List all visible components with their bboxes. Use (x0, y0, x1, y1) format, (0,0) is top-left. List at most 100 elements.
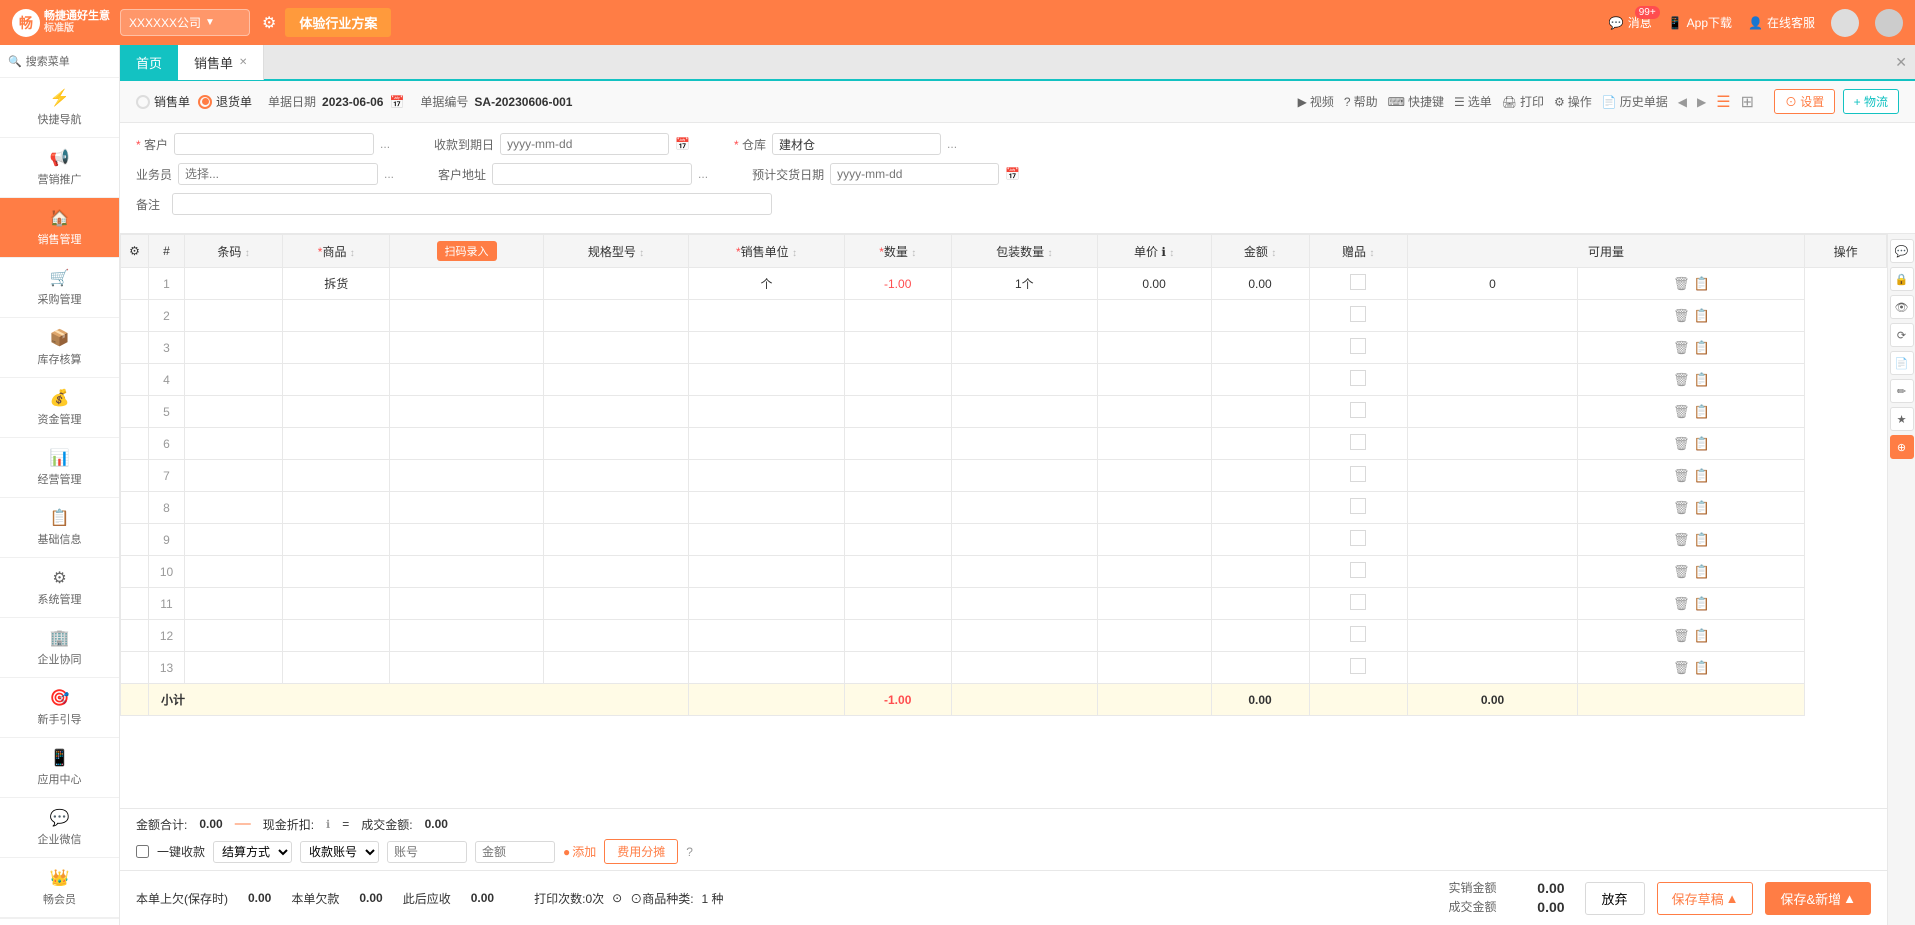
salesperson-input[interactable] (178, 163, 378, 185)
tab-close-all[interactable]: ✕ (1895, 54, 1915, 71)
rt-btn-7[interactable]: ★ (1890, 407, 1914, 431)
copy-row-1[interactable]: 📋 (1693, 276, 1709, 292)
account-select[interactable]: 收款账号 (300, 841, 379, 863)
delete-row-13[interactable]: 🗑 (1673, 660, 1690, 676)
company-selector[interactable]: XXXXXX公司 ▼ (120, 9, 250, 36)
settings-icon[interactable]: ⚙ (262, 13, 276, 33)
app-download-link[interactable]: 📱 App下载 (1668, 14, 1732, 31)
receive-date-input[interactable] (500, 133, 669, 155)
gift-checkbox-6[interactable] (1350, 434, 1366, 450)
copy-row-10[interactable]: 📋 (1693, 564, 1709, 580)
copy-row-9[interactable]: 📋 (1693, 532, 1709, 548)
delete-row-4[interactable]: 🗑 (1673, 372, 1690, 388)
user-avatar-2[interactable] (1875, 9, 1903, 37)
sidebar-item-guide[interactable]: 🎯 新手引导 (0, 678, 119, 738)
gift-checkbox-7[interactable] (1350, 466, 1366, 482)
sales-radio-dot[interactable] (136, 95, 150, 109)
sidebar-search[interactable]: 🔍 搜索菜单 (0, 45, 119, 78)
remarks-input[interactable] (172, 193, 772, 215)
calendar-receive-icon[interactable]: 📅 (675, 137, 690, 151)
rt-btn-2[interactable]: 🔒 (1890, 267, 1914, 291)
sidebar-item-quick-nav[interactable]: ⚡ 快捷导航 (0, 78, 119, 138)
copy-row-3[interactable]: 📋 (1693, 340, 1709, 356)
action-operate[interactable]: ⚙ 操作 (1554, 93, 1592, 110)
close-all-icon[interactable]: ✕ (1895, 54, 1907, 70)
cash-discount-info-icon[interactable]: ℹ (326, 818, 330, 831)
gift-checkbox-4[interactable] (1350, 370, 1366, 386)
radio-return[interactable]: 退货单 (198, 93, 252, 110)
sidebar-item-app-center[interactable]: 📱 应用中心 (0, 738, 119, 798)
gift-checkbox-10[interactable] (1350, 562, 1366, 578)
gift-checkbox-12[interactable] (1350, 626, 1366, 642)
calendar-icon[interactable]: 📅 (389, 95, 404, 109)
tab-sales-order[interactable]: 销售单 ✕ (178, 45, 264, 80)
gift-checkbox-9[interactable] (1350, 530, 1366, 546)
action-video[interactable]: ▶ 视频 (1298, 93, 1334, 110)
warehouse-input[interactable] (772, 133, 941, 155)
sidebar-item-inventory[interactable]: 📦 库存核算 (0, 318, 119, 378)
col-gear[interactable]: ⚙ (121, 235, 149, 268)
copy-row-12[interactable]: 📋 (1693, 628, 1709, 644)
online-service-link[interactable]: 👤 在线客服 (1748, 14, 1815, 31)
delete-row-5[interactable]: 🗑 (1673, 404, 1690, 420)
payment-method-select[interactable]: 结算方式 (213, 841, 292, 863)
delete-row-6[interactable]: 🗑 (1673, 436, 1690, 452)
save-draft-button[interactable]: 保存草稿 ▲ (1657, 882, 1754, 915)
col-scan-btn[interactable]: 扫码录入 (390, 235, 543, 268)
action-shortcut[interactable]: ⌨ 快捷键 (1388, 93, 1444, 110)
customer-addr-input[interactable] (492, 163, 692, 185)
copy-row-4[interactable]: 📋 (1693, 372, 1709, 388)
view-grid-icon[interactable]: ⊞ (1741, 92, 1754, 112)
account-input[interactable] (387, 841, 467, 863)
tab-close-icon[interactable]: ✕ (239, 57, 247, 68)
customer-input[interactable] (174, 133, 374, 155)
nav-prev-icon[interactable]: ◀ (1678, 95, 1687, 109)
nav-next-icon[interactable]: ▶ (1697, 95, 1706, 109)
copy-row-8[interactable]: 📋 (1693, 500, 1709, 516)
delete-row-8[interactable]: 🗑 (1673, 500, 1690, 516)
view-list-icon[interactable]: ☰ (1716, 92, 1730, 112)
rt-btn-6[interactable]: ✏ (1890, 379, 1914, 403)
notification-bell[interactable]: 💬 消息 99+ (1609, 14, 1652, 31)
action-help[interactable]: ? 帮助 (1344, 93, 1378, 110)
save-new-button[interactable]: 保存&新增 ▲ (1765, 882, 1871, 915)
delete-row-1[interactable]: 🗑 (1673, 276, 1690, 292)
gift-checkbox-1[interactable] (1350, 274, 1366, 290)
delete-row-2[interactable]: 🗑 (1673, 308, 1690, 324)
radio-sales[interactable]: 销售单 (136, 93, 190, 110)
gift-checkbox-8[interactable] (1350, 498, 1366, 514)
copy-row-13[interactable]: 📋 (1693, 660, 1709, 676)
rt-btn-4[interactable]: ⟳ (1890, 323, 1914, 347)
discard-button[interactable]: 放弃 (1585, 882, 1645, 915)
tab-home[interactable]: 首页 (120, 45, 178, 80)
salesperson-ellipsis[interactable]: ... (384, 167, 394, 181)
sidebar-item-operations[interactable]: 📊 经营管理 (0, 438, 119, 498)
delete-row-11[interactable]: 🗑 (1673, 596, 1690, 612)
delete-row-10[interactable]: 🗑 (1673, 564, 1690, 580)
delete-row-12[interactable]: 🗑 (1673, 628, 1690, 644)
sidebar-item-purchase[interactable]: 🛒 采购管理 (0, 258, 119, 318)
delete-row-3[interactable]: 🗑 (1673, 340, 1690, 356)
warehouse-ellipsis[interactable]: ... (947, 137, 957, 151)
copy-row-5[interactable]: 📋 (1693, 404, 1709, 420)
gift-checkbox-5[interactable] (1350, 402, 1366, 418)
copy-row-6[interactable]: 📋 (1693, 436, 1709, 452)
sidebar-item-enterprise[interactable]: 🏢 企业协同 (0, 618, 119, 678)
rt-btn-3[interactable]: 👁 (1890, 295, 1914, 319)
action-print[interactable]: 🖨 打印 (1502, 93, 1544, 110)
sidebar-item-marketing[interactable]: 📢 营销推广 (0, 138, 119, 198)
sidebar-item-finance[interactable]: 💰 资金管理 (0, 378, 119, 438)
action-history[interactable]: 📄 历史单据 (1602, 93, 1668, 110)
gift-checkbox-3[interactable] (1350, 338, 1366, 354)
copy-row-11[interactable]: 📋 (1693, 596, 1709, 612)
delete-row-7[interactable]: 🗑 (1673, 468, 1690, 484)
sidebar-item-system[interactable]: ⚙ 系统管理 (0, 558, 119, 618)
rt-btn-5[interactable]: 📄 (1890, 351, 1914, 375)
copy-row-7[interactable]: 📋 (1693, 468, 1709, 484)
calendar-expected-icon[interactable]: 📅 (1005, 167, 1020, 181)
delete-row-9[interactable]: 🗑 (1673, 532, 1690, 548)
customer-addr-ellipsis[interactable]: ... (698, 167, 708, 181)
copy-row-2[interactable]: 📋 (1693, 308, 1709, 324)
return-radio-dot[interactable] (198, 95, 212, 109)
sidebar-item-sales[interactable]: 🏠 销售管理 (0, 198, 119, 258)
